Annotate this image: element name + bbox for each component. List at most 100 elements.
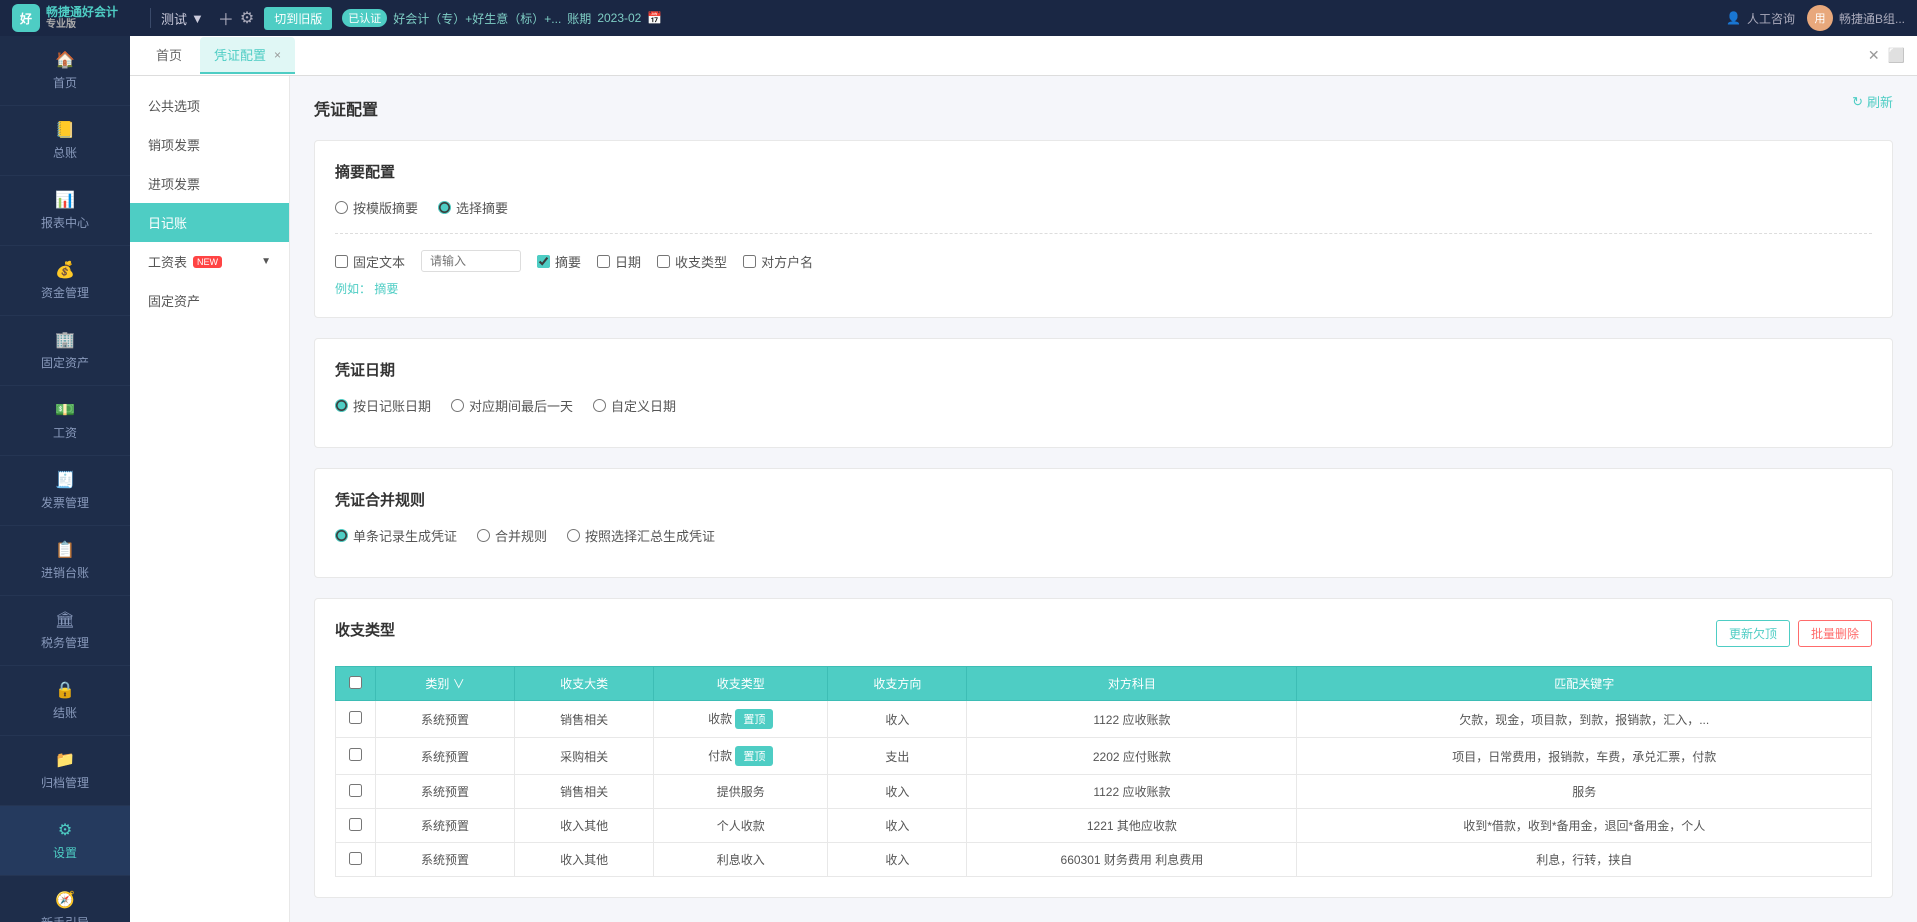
top-tag-btn[interactable]: 置顶 <box>735 709 773 729</box>
left-nav-fixed-asset-label: 固定资产 <box>148 291 200 310</box>
sidebar-item-purchase[interactable]: 📋 进销台账 <box>0 526 130 596</box>
cb-counterparty[interactable]: 对方户名 <box>743 252 813 271</box>
cb-date[interactable]: 日期 <box>597 252 641 271</box>
left-nav-fixed-asset[interactable]: 固定资产 <box>130 281 289 320</box>
radio-select-merge[interactable]: 按照选择汇总生成凭证 <box>567 526 715 545</box>
tab-voucher-config[interactable]: 凭证配置 × <box>200 37 295 74</box>
sidebar-item-report[interactable]: 📊 报表中心 <box>0 176 130 246</box>
radio-period-last[interactable]: 对应期间最后一天 <box>451 396 573 415</box>
delete-btn[interactable]: 批量删除 <box>1798 620 1872 647</box>
switch-btn[interactable]: 切到旧版 <box>264 7 332 30</box>
window-maximize-btn[interactable]: ⬜ <box>1888 47 1905 64</box>
left-nav-payroll[interactable]: 工资表 NEW ▼ <box>130 242 289 281</box>
sidebar-item-close[interactable]: 🔒 结账 <box>0 666 130 736</box>
cb-type-input[interactable] <box>657 255 670 268</box>
sidebar-item-fund[interactable]: 💰 资金管理 <box>0 246 130 316</box>
sidebar-item-archive[interactable]: 📁 归档管理 <box>0 736 130 806</box>
left-nav-public-label: 公共选项 <box>148 96 200 115</box>
radio-select-merge-input[interactable] <box>567 529 580 542</box>
td-category: 系统预置 <box>376 809 515 843</box>
td-keyword: 项目，日常费用，报销款，车费，承兑汇票，付款 <box>1297 738 1872 775</box>
td-category: 系统预置 <box>376 701 515 738</box>
radio-custom-date[interactable]: 自定义日期 <box>593 396 676 415</box>
cb-date-input[interactable] <box>597 255 610 268</box>
cb-summary-input[interactable] <box>537 255 550 268</box>
calendar-icon[interactable]: 📅 <box>647 11 662 25</box>
left-nav-journal[interactable]: 日记账 <box>130 203 289 242</box>
top-tag-btn[interactable]: 置顶 <box>735 746 773 766</box>
settings-icon[interactable]: ⚙ <box>240 8 254 28</box>
logo-icon: 好 <box>12 4 40 32</box>
period-label: 账期 <box>567 10 591 27</box>
dropdown-arrow-icon: ▼ <box>191 11 204 26</box>
divider-summary <box>335 233 1872 234</box>
td-direction: 收入 <box>828 701 967 738</box>
page-header: 凭证配置 ↻ 刷新 <box>314 96 1893 120</box>
row-checkbox[interactable] <box>349 852 362 865</box>
td-type: 付款 置顶 <box>654 738 828 775</box>
sidebar-item-home[interactable]: 🏠 首页 <box>0 36 130 106</box>
radio-merge-input[interactable] <box>477 529 490 542</box>
sidebar-label-invoice: 发票管理 <box>41 494 89 511</box>
app-name: 畅捷通好会计 <box>46 5 118 19</box>
date-radio-group: 按日记账日期 对应期间最后一天 自定义日期 <box>335 396 1872 415</box>
sidebar-item-asset[interactable]: 🏢 固定资产 <box>0 316 130 386</box>
cb-summary[interactable]: 摘要 <box>537 252 581 271</box>
radio-journal-date[interactable]: 按日记账日期 <box>335 396 431 415</box>
sidebar-item-ledger[interactable]: 📒 总账 <box>0 106 130 176</box>
window-close-btn[interactable]: ✕ <box>1868 47 1880 64</box>
radio-custom-date-input[interactable] <box>593 399 606 412</box>
avatar: 用 <box>1807 5 1833 31</box>
row-checkbox[interactable] <box>349 711 362 724</box>
cb-type[interactable]: 收支类型 <box>657 252 727 271</box>
row-checkbox[interactable] <box>349 818 362 831</box>
radio-select[interactable]: 选择摘要 <box>438 198 508 217</box>
cb-counterparty-input[interactable] <box>743 255 756 268</box>
cb-fixed-text[interactable]: 固定文本 <box>335 252 405 271</box>
radio-merge-label: 合并规则 <box>495 526 547 545</box>
radio-single-input[interactable] <box>335 529 348 542</box>
left-nav-public[interactable]: 公共选项 <box>130 86 289 125</box>
tab-close-icon[interactable]: × <box>274 48 281 62</box>
radio-single[interactable]: 单条记录生成凭证 <box>335 526 457 545</box>
add-icon[interactable]: ＋ <box>218 6 234 30</box>
radio-template-input[interactable] <box>335 201 348 214</box>
main-panel: 凭证配置 ↻ 刷新 摘要配置 按模版摘要 <box>290 76 1917 922</box>
update-btn[interactable]: 更新欠顶 <box>1716 620 1790 647</box>
archive-icon: 📁 <box>55 750 75 770</box>
sidebar-item-salary[interactable]: 💵 工资 <box>0 386 130 456</box>
top-bar-right: 👤 人工咨询 用 畅捷通B组... <box>1726 5 1905 31</box>
select-all-checkbox[interactable] <box>349 676 362 689</box>
ledger-icon: 📒 <box>55 120 75 140</box>
date-section: 凭证日期 按日记账日期 对应期间最后一天 自定义日期 <box>314 338 1893 448</box>
date-title: 凭证日期 <box>335 359 1872 380</box>
fixed-text-input[interactable] <box>421 250 521 272</box>
company-selector[interactable]: 测试 ▼ <box>161 9 204 28</box>
sidebar-item-tax[interactable]: 🏛 税务管理 <box>0 596 130 666</box>
radio-period-last-input[interactable] <box>451 399 464 412</box>
refresh-btn[interactable]: ↻ 刷新 <box>1852 92 1893 111</box>
merge-radio-group: 单条记录生成凭证 合并规则 按照选择汇总生成凭证 <box>335 526 1872 545</box>
cb-fixed-text-input[interactable] <box>335 255 348 268</box>
left-nav-purchase-inv[interactable]: 进项发票 <box>130 164 289 203</box>
sidebar: 🏠 首页 📒 总账 📊 报表中心 💰 资金管理 🏢 固定资产 💵 工资 🧾 发票… <box>0 36 130 922</box>
radio-template[interactable]: 按模版摘要 <box>335 198 418 217</box>
user-menu[interactable]: 用 畅捷通B组... <box>1807 5 1905 31</box>
left-nav-sales[interactable]: 销项发票 <box>130 125 289 164</box>
radio-merge[interactable]: 合并规则 <box>477 526 547 545</box>
sidebar-item-guide[interactable]: 🧭 新手引导 <box>0 876 130 922</box>
sidebar-item-settings[interactable]: ⚙ 设置 <box>0 806 130 876</box>
radio-journal-date-input[interactable] <box>335 399 348 412</box>
help-label: 人工咨询 <box>1747 10 1795 27</box>
example-line: 例如： 摘要 <box>335 280 1872 297</box>
radio-select-input[interactable] <box>438 201 451 214</box>
td-checkbox <box>336 738 376 775</box>
td-subject: 2202 应付账款 <box>967 738 1297 775</box>
sidebar-item-invoice[interactable]: 🧾 发票管理 <box>0 456 130 526</box>
row-checkbox[interactable] <box>349 748 362 761</box>
tab-home[interactable]: 首页 <box>142 37 196 74</box>
td-category: 系统预置 <box>376 775 515 809</box>
td-keyword: 收到*借款，收到*备用金，退回*备用金，个人 <box>1297 809 1872 843</box>
row-checkbox[interactable] <box>349 784 362 797</box>
help-btn[interactable]: 👤 人工咨询 <box>1726 10 1795 27</box>
